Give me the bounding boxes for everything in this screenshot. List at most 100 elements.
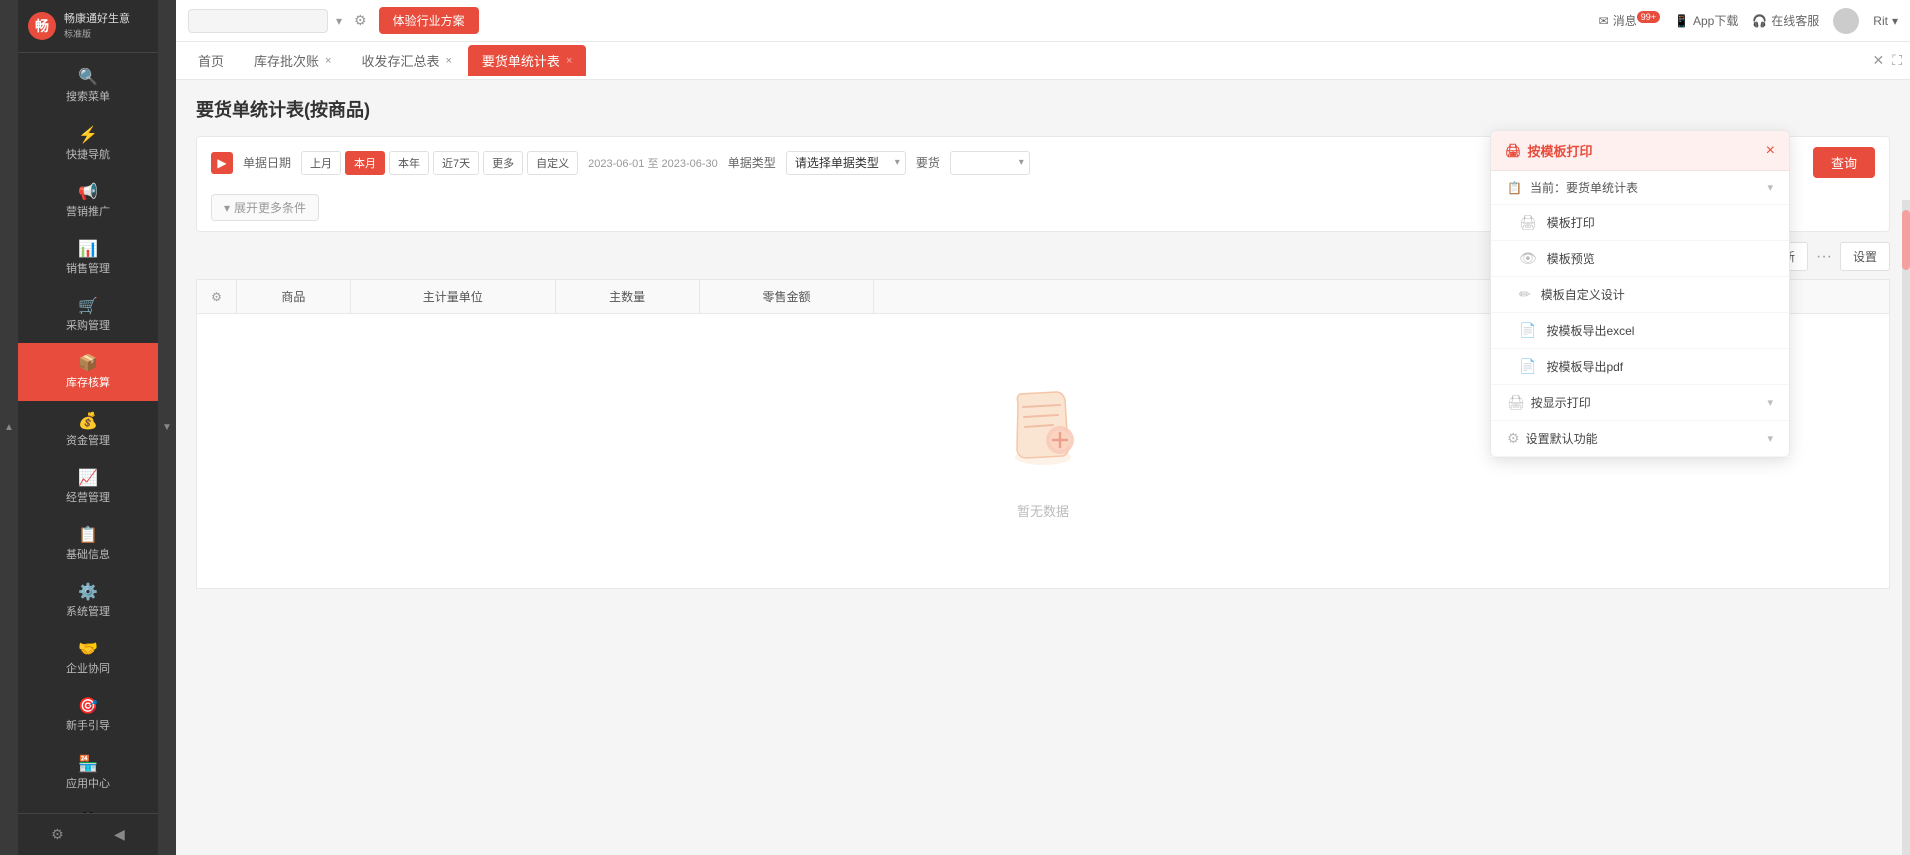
sidebar-item-marketing[interactable]: 📢营销推广 [18,172,158,229]
newbie-icon: 🎯 [78,696,98,716]
default-func-arrow: ▾ [1767,432,1773,445]
online-service-btn[interactable]: 🎧 在线客服 [1752,12,1819,29]
col-quantity: 主数量 [555,280,699,314]
btn-this-year[interactable]: 本年 [389,151,429,175]
current-template-arrow: ▾ [1767,181,1773,194]
empty-icon [998,382,1088,491]
btn-more[interactable]: 更多 [483,151,523,175]
page-content: 要货单统计表(按商品) ▶ 单据日期 上月 本月 本年 近7天 更多 自定义 2… [176,80,1910,855]
logo-icon: 畅 [28,12,56,40]
topbar-right: ✉ 消息 99+ 📱 App下载 🎧 在线客服 Rit ▾ [1599,8,1898,34]
template-print-item[interactable]: 🖨 模板打印 [1491,205,1789,241]
date-buttons: 上月 本月 本年 近7天 更多 自定义 [301,151,578,175]
display-print-arrow: ▾ [1767,396,1773,409]
search-dropdown-icon[interactable]: ▾ [336,14,342,28]
col-settings[interactable]: ⚙ [197,280,237,314]
date-filter-label: 单据日期 [243,154,291,171]
messages-btn[interactable]: ✉ 消息 99+ [1599,12,1660,29]
btn-this-month[interactable]: 本月 [345,151,385,175]
export-pdf-item[interactable]: 📄 按模板导出pdf [1491,349,1789,385]
sidebar-item-newbie[interactable]: 🎯 新手引导 [18,686,158,743]
tab-home[interactable]: 首页 [184,45,238,76]
sidebar: 畅 畅康通好生意 标准版 🔍搜索菜单⚡快捷导航📢营销推广📊销售管理 🛒 采购管理 📦库… [18,0,158,855]
sidebar-item-wechat[interactable]: 💬企业微信 [18,801,158,813]
trial-button[interactable]: 体验行业方案 [379,7,479,34]
user-name[interactable]: Rit ▾ [1873,14,1898,28]
type-select-wrap: 请选择单据类型 ▾ [786,151,906,175]
print-dropdown-close-btn[interactable]: × [1766,142,1775,160]
current-template-item[interactable]: 📋 当前：要货单统计表 ▾ [1491,171,1789,205]
app-download-icon: 📱 [1674,14,1689,28]
sidebar-item-purchase[interactable]: 🛒 采购管理 [18,286,158,343]
print-dropdown-header: 🖨 按模板打印 × [1491,131,1789,171]
app-badge: 标准版 [64,27,130,40]
tab-order[interactable]: 要货单统计表 × [468,45,586,76]
col-product: 商品 [237,280,351,314]
template-print-icon: 🖨 [1519,214,1537,231]
maximize-window-icon[interactable]: ⛶ [1892,52,1902,69]
app-logo: 畅 畅康通好生意 标准版 [18,0,158,53]
template-design-item[interactable]: ✏ 模板自定义设计 [1491,277,1789,313]
template-preview-item[interactable]: 👁 模板预览 [1491,241,1789,277]
current-template-icon: 📋 [1507,181,1522,195]
sales-icon: 📊 [78,239,98,259]
purchase-icon: 🛒 [78,296,98,316]
sidebar-item-label-purchase: 采购管理 [66,320,110,333]
tab-collect[interactable]: 收发存汇总表 × [347,45,465,76]
table-setting-icon[interactable]: ⚙ [211,290,222,304]
default-func-section[interactable]: ⚙ 设置默认功能 ▾ [1491,421,1789,457]
appstore-icon: 🏪 [78,754,98,774]
sound-icon[interactable]: ◀ [110,822,129,847]
right-scrollbar[interactable] [1902,200,1910,855]
export-excel-item[interactable]: 📄 按模板导出excel [1491,313,1789,349]
search-input[interactable] [188,9,328,33]
settings-button[interactable]: 设置 [1840,242,1890,271]
close-window-icon[interactable]: ✕ [1872,52,1884,69]
sidebar-item-collab[interactable]: 🤝企业协同 [18,629,158,686]
type-select[interactable]: 请选择单据类型 [786,151,906,175]
query-button[interactable]: 查询 [1813,147,1875,178]
export-excel-icon: 📄 [1519,322,1536,339]
sidebar-item-system[interactable]: ⚙️系统管理 [18,572,158,629]
tab-order-close[interactable]: × [566,55,572,67]
sidebar-item-appstore[interactable]: 🏪应用中心 [18,744,158,801]
user-avatar[interactable] [1833,8,1859,34]
sidebar-item-operation[interactable]: 📈经营管理 [18,458,158,515]
sidebar-nav: 🔍搜索菜单⚡快捷导航📢营销推广📊销售管理 🛒 采购管理 📦库存核算💰资金管理📈经营管理… [18,53,158,813]
more-dots-btn[interactable]: ··· [1816,248,1832,266]
sidebar-scroll-down[interactable]: ▼ [158,0,176,855]
tab-batch-close[interactable]: × [325,55,331,67]
sidebar-item-finance[interactable]: 💰资金管理 [18,401,158,458]
sidebar-item-label-system: 系统管理 [66,606,110,619]
scrollbar-thumb[interactable] [1902,210,1910,270]
col-unit: 主计量单位 [350,280,555,314]
sidebar-item-quicknav[interactable]: ⚡快捷导航 [18,115,158,172]
expand-icon: ▾ [224,201,230,215]
tab-batch[interactable]: 库存批次账 × [240,45,345,76]
sidebar-item-basic[interactable]: 📋基础信息 [18,515,158,572]
sidebar-item-label-newbie: 新手引导 [66,720,110,733]
tab-collect-close[interactable]: × [445,55,451,67]
topbar-gear-icon[interactable]: ⚙ [354,12,367,29]
sidebar-scroll-up[interactable]: ▲ [0,0,18,855]
yh-select-wrap: ▾ [950,151,1030,175]
btn-last7[interactable]: 近7天 [433,151,479,175]
sidebar-item-search[interactable]: 🔍搜索菜单 [18,57,158,114]
sidebar-item-sales[interactable]: 📊销售管理 [18,229,158,286]
display-print-section[interactable]: 🖨 按显示打印 ▾ [1491,385,1789,421]
sidebar-bottom: ⚙ ◀ [18,813,158,855]
print-dropdown: 🖨 按模板打印 × 📋 当前：要货单统计表 ▾ 🖨 模板打印 👁 模板预览 ✏ [1490,130,1790,458]
filter-expand-icon[interactable]: ▶ [211,152,233,174]
sidebar-item-label-collab: 企业协同 [66,663,110,676]
settings-icon[interactable]: ⚙ [47,822,68,847]
btn-custom[interactable]: 自定义 [527,151,578,175]
app-download-btn[interactable]: 📱 App下载 [1674,12,1738,29]
user-dropdown-icon: ▾ [1892,14,1898,28]
sidebar-item-label-finance: 资金管理 [66,435,110,448]
display-print-icon: 🖨 [1507,394,1525,411]
btn-prev-month[interactable]: 上月 [301,151,341,175]
expand-more-btn[interactable]: ▾ 展开更多条件 [211,194,319,221]
yh-select[interactable] [950,151,1030,175]
sidebar-item-inventory[interactable]: 📦库存核算 [18,343,158,400]
template-preview-icon: 👁 [1519,250,1537,267]
